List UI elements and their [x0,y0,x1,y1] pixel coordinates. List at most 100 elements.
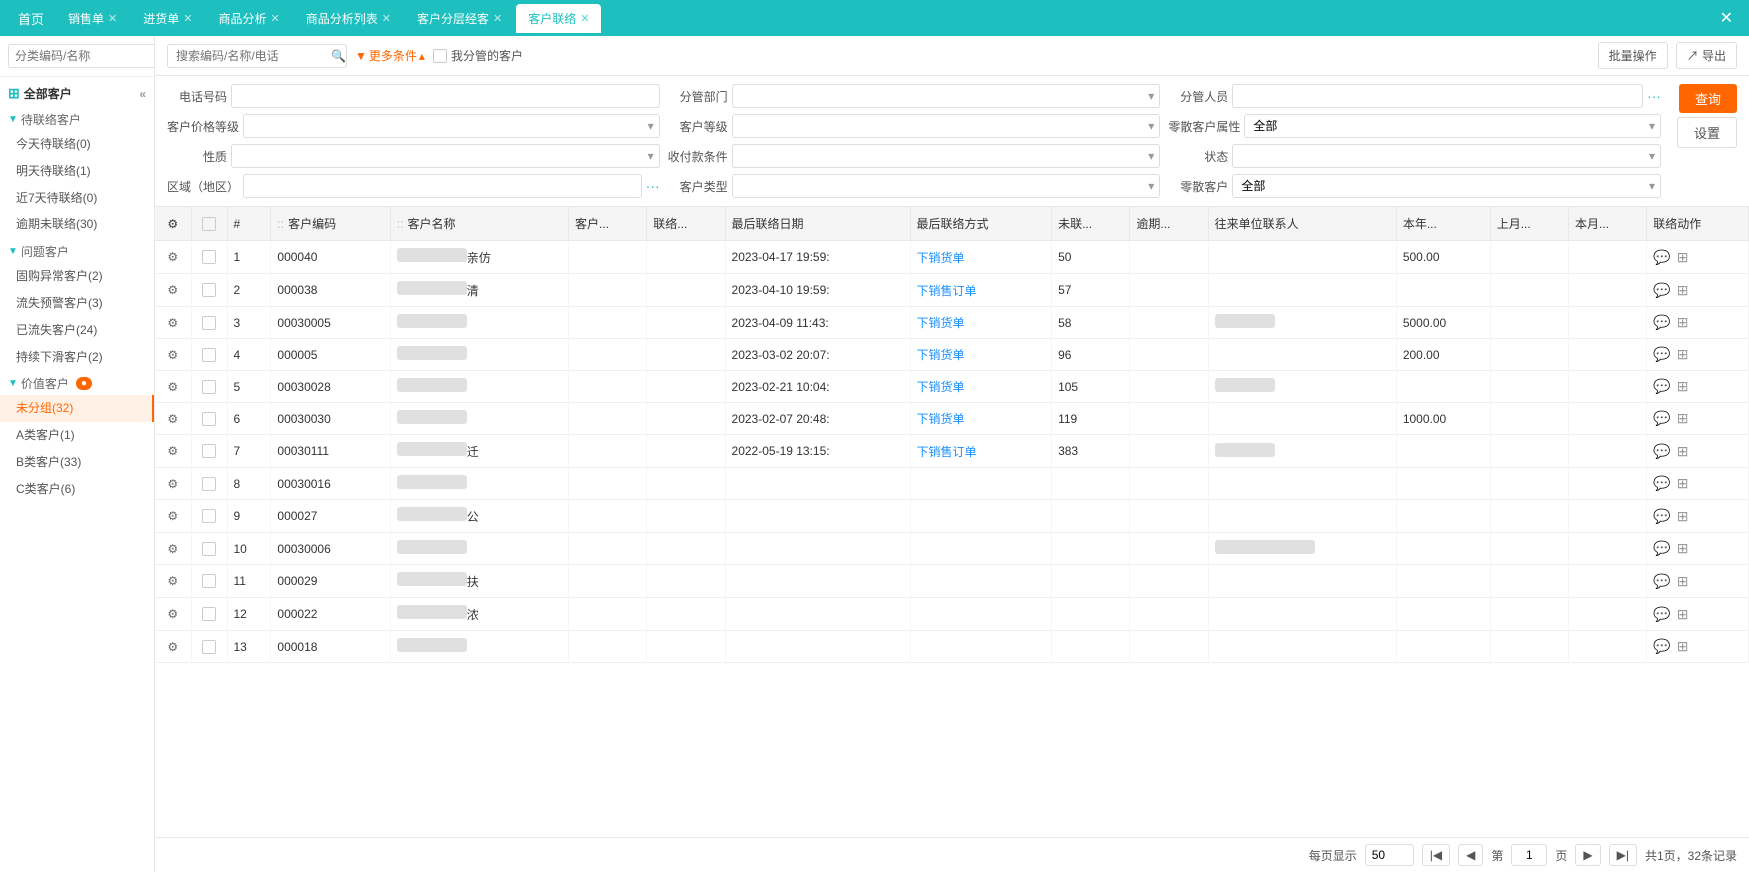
checkbox-column-header[interactable] [191,207,227,241]
search-input[interactable] [176,49,331,63]
chat-icon[interactable]: 💬 [1653,443,1670,460]
apps-icon[interactable]: ⊞ [1677,314,1689,331]
retail-select[interactable]: 全部 [1232,174,1661,198]
phone-input[interactable] [231,84,660,108]
row-settings[interactable]: ⚙ [155,435,191,468]
contact-method-link[interactable]: 下销货单 [917,348,965,362]
apps-icon[interactable]: ⊞ [1677,508,1689,525]
row-check[interactable] [202,574,216,588]
close-icon[interactable]: ✕ [382,12,391,25]
row-checkbox[interactable] [191,533,227,565]
chat-icon[interactable]: 💬 [1653,249,1670,266]
contact-column-header[interactable]: 联络... [647,207,725,241]
contact-method-link[interactable]: 下销货单 [917,380,965,394]
search-icon[interactable]: 🔍 [331,49,346,63]
row-settings[interactable]: ⚙ [155,241,191,274]
sidebar-item-class-b[interactable]: B类客户(33) [0,449,154,476]
row-last-contact-method[interactable] [910,533,1052,565]
row-actions[interactable]: 💬 ⊞ [1647,533,1749,565]
row-last-contact-method[interactable]: 下销货单 [910,339,1052,371]
apps-icon[interactable]: ⊞ [1677,540,1689,557]
row-last-contact-method[interactable] [910,631,1052,663]
sidebar-item-week-pending[interactable]: 近7天待联络(0) [0,185,154,212]
row-settings[interactable]: ⚙ [155,500,191,533]
collapse-icon[interactable]: « [139,87,146,101]
row-last-contact-method[interactable]: 下销售订单 [910,274,1052,307]
row-last-contact-method[interactable]: 下销货单 [910,241,1052,274]
row-check[interactable] [202,640,216,654]
prev-page-button[interactable]: ◀ [1458,844,1483,866]
sidebar-item-abnormal[interactable]: 固购异常客户(2) [0,263,154,290]
row-actions[interactable]: 💬 ⊞ [1647,631,1749,663]
apps-icon[interactable]: ⊞ [1677,410,1689,427]
apps-icon[interactable]: ⊞ [1677,443,1689,460]
row-actions[interactable]: 💬 ⊞ [1647,403,1749,435]
chat-icon[interactable]: 💬 [1653,282,1670,299]
sidebar-item-overdue-contact[interactable]: 逾期未联络(30) [0,211,154,238]
close-icon[interactable]: ✕ [580,12,589,25]
sidebar-item-tomorrow-pending[interactable]: 明天待联络(1) [0,158,154,185]
close-icon[interactable]: ✕ [183,12,192,25]
overdue-column-header[interactable]: 逾期... [1130,207,1208,241]
close-icon[interactable]: ✕ [108,12,117,25]
row-actions[interactable]: 💬 ⊞ [1647,307,1749,339]
row-settings[interactable]: ⚙ [155,403,191,435]
row-check[interactable] [202,477,216,491]
this-month-column-header[interactable]: 本月... [1568,207,1646,241]
row-last-contact-method[interactable] [910,565,1052,598]
drag-handle[interactable]: :: [277,217,284,231]
chat-icon[interactable]: 💬 [1653,475,1670,492]
reset-button[interactable]: 设置 [1677,117,1737,148]
region-input[interactable] [243,174,642,198]
row-actions[interactable]: 💬 ⊞ [1647,500,1749,533]
last-date-column-header[interactable]: 最后联络日期 [725,207,910,241]
apps-icon[interactable]: ⊞ [1677,249,1689,266]
sidebar-item-class-c[interactable]: C类客户(6) [0,476,154,503]
no-contact-column-header[interactable]: 未联... [1052,207,1130,241]
apps-icon[interactable]: ⊞ [1677,475,1689,492]
customer-type-select[interactable] [732,174,1161,198]
chat-icon[interactable]: 💬 [1653,573,1670,590]
contact-method-link[interactable]: 下销售订单 [917,445,977,459]
next-page-button[interactable]: ▶ [1575,844,1600,866]
code-column-header[interactable]: ::客户编码 [271,207,390,241]
row-checkbox[interactable] [191,598,227,631]
batch-ops-button[interactable]: 批量操作 [1598,42,1668,69]
price-level-select[interactable] [243,114,660,138]
contact-method-link[interactable]: 下销售订单 [917,284,977,298]
nature-select[interactable] [231,144,660,168]
row-checkbox[interactable] [191,371,227,403]
row-settings[interactable]: ⚙ [155,371,191,403]
chat-icon[interactable]: 💬 [1653,314,1670,331]
contact-method-link[interactable]: 下销货单 [917,316,965,330]
sidebar-item-churn-warning[interactable]: 流失预警客户(3) [0,290,154,317]
chat-icon[interactable]: 💬 [1653,346,1670,363]
row-last-contact-method[interactable]: 下销售订单 [910,435,1052,468]
row-check[interactable] [202,412,216,426]
payment-select[interactable] [732,144,1161,168]
dept-select[interactable] [732,84,1161,108]
row-settings[interactable]: ⚙ [155,598,191,631]
customer-level-select[interactable] [732,114,1161,138]
apps-icon[interactable]: ⊞ [1677,606,1689,623]
row-actions[interactable]: 💬 ⊞ [1647,468,1749,500]
row-check[interactable] [202,250,216,264]
first-page-button[interactable]: |◀ [1422,844,1450,866]
row-settings[interactable]: ⚙ [155,468,191,500]
row-settings[interactable]: ⚙ [155,274,191,307]
row-last-contact-method[interactable]: 下销货单 [910,307,1052,339]
sidebar-item-churned[interactable]: 已流失客户(24) [0,317,154,344]
settings-column-header[interactable]: ⚙ [155,207,191,241]
chat-icon[interactable]: 💬 [1653,410,1670,427]
row-last-contact-method[interactable]: 下销货单 [910,371,1052,403]
row-checkbox[interactable] [191,631,227,663]
sidebar-item-ungrouped[interactable]: 未分组(32) [0,395,154,422]
sidebar-item-declining[interactable]: 持续下滑客户(2) [0,344,154,371]
row-check[interactable] [202,348,216,362]
contact-method-link[interactable]: 下销货单 [917,412,965,426]
row-check[interactable] [202,542,216,556]
row-actions[interactable]: 💬 ⊞ [1647,241,1749,274]
sidebar-item-today-pending[interactable]: 今天待联络(0) [0,131,154,158]
row-checkbox[interactable] [191,274,227,307]
apps-icon[interactable]: ⊞ [1677,638,1689,655]
